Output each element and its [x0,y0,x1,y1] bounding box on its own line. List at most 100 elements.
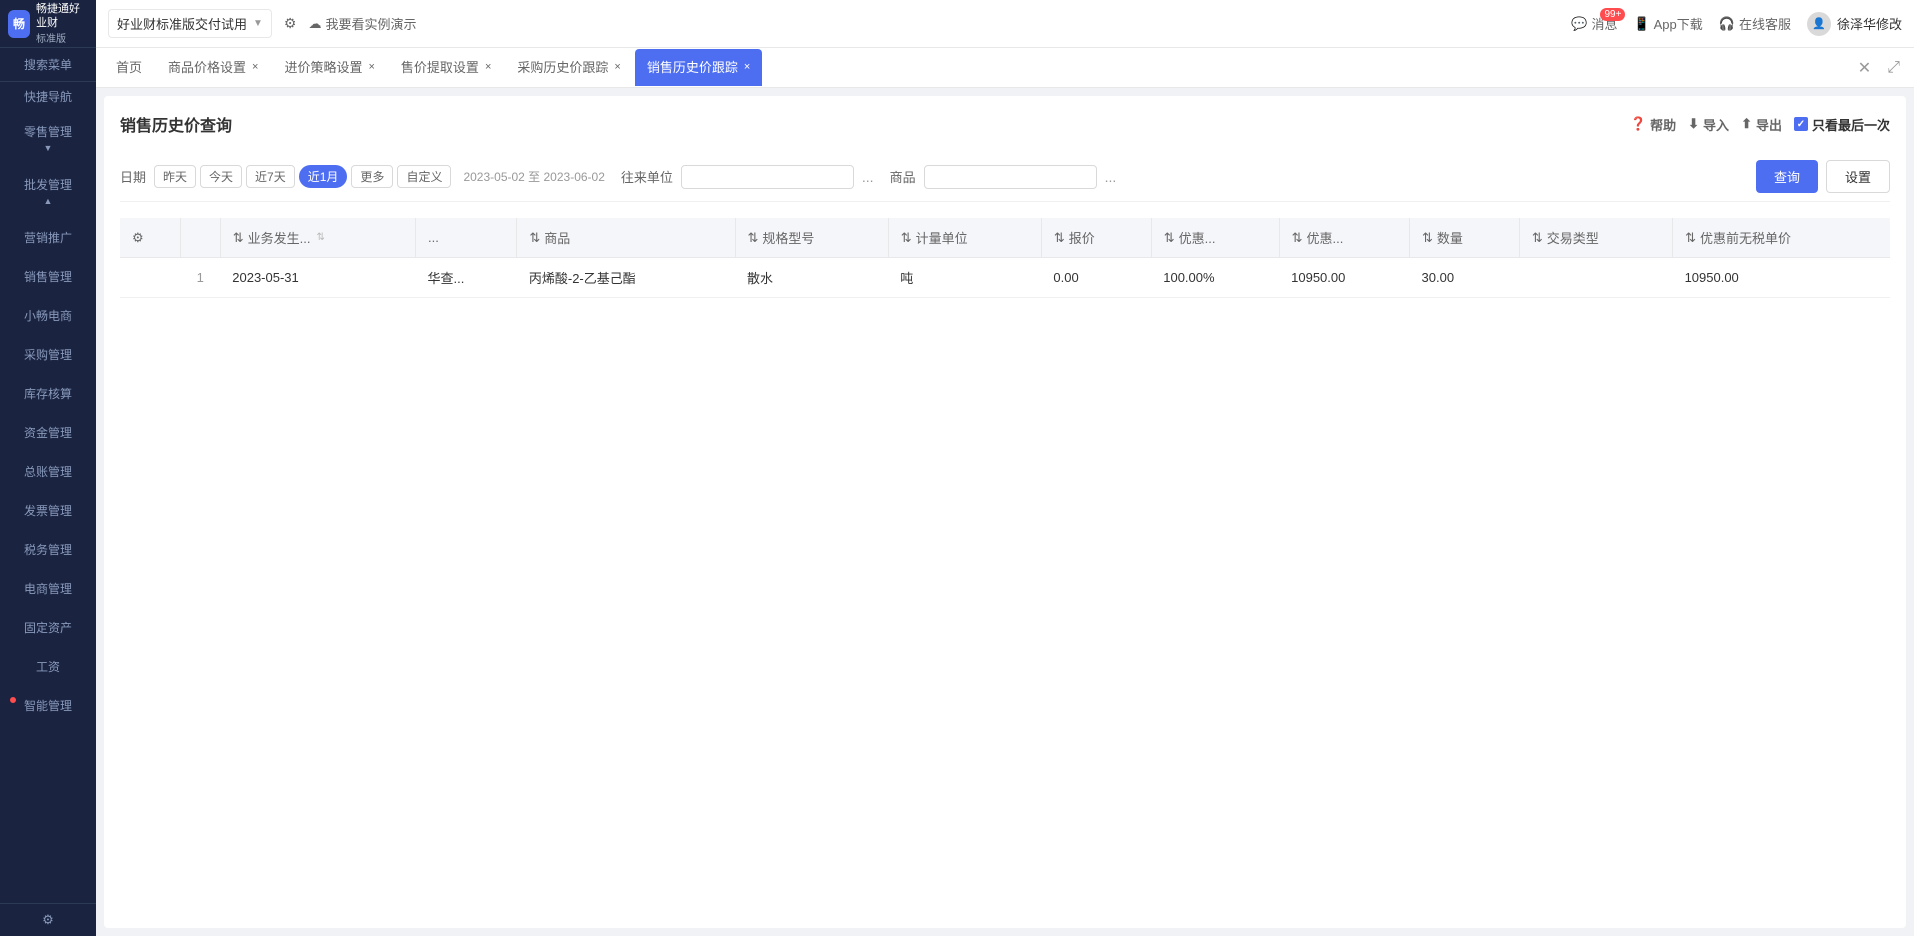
export-icon: ⬆ [1741,116,1752,132]
date-range-display: 2023-05-02 至 2023-06-02 [463,168,604,185]
th-spec[interactable]: ⇅ 规格型号 [735,218,888,258]
sidebar-item-tax[interactable]: 税务管理 [0,529,96,568]
sidebar-item-fixed-assets[interactable]: 固定资产 [0,607,96,646]
th-product[interactable]: ⇅ 商品 [517,218,735,258]
th-date[interactable]: ⇅ 业务发生... ⇅ [220,218,415,258]
import-btn[interactable]: ⬇ 导入 [1688,115,1729,134]
tab-sales-history[interactable]: 销售历史价跟踪 × [635,49,762,86]
sort-unit-icon: ⇅ [901,230,912,246]
sidebar-item-finance[interactable]: 资金管理 [0,412,96,451]
sidebar-search[interactable]: 搜索菜单 [0,48,96,82]
th-quantity[interactable]: ⇅ 数量 [1410,218,1520,258]
headset-icon: 🎧 [1719,16,1735,32]
tab-sale-price-close[interactable]: × [485,61,491,73]
sidebar-item-sales[interactable]: 销售管理 [0,256,96,295]
sidebar-item-smart[interactable]: 智能管理 [0,685,96,724]
tab-pricing-strategy-label: 进价策略设置 [284,57,362,76]
col-date-sort[interactable]: ⇅ [317,232,325,243]
tab-sales-history-close[interactable]: × [744,61,750,73]
data-table: ⚙ ⇅ 业务发生... ⇅ ... [120,218,1890,298]
sidebar-item-payroll[interactable]: 工资 [0,646,96,685]
cell-quantity: 30.00 [1410,258,1520,298]
sidebar-item-marketing[interactable]: 营销推广 [0,217,96,256]
product-selector[interactable]: 好业财标准版交付试用 ▼ [108,9,272,38]
sidebar-item-ledger[interactable]: 总账管理 [0,451,96,490]
gear-icon[interactable]: ⚙ [132,230,144,245]
cell-discount2: 10950.00 [1279,258,1409,298]
demo-icon: ☁ [308,16,321,32]
th-more-cols[interactable]: ... [415,218,516,258]
tab-price-settings[interactable]: 商品价格设置 × [156,49,270,86]
message-btn[interactable]: 💬 消息 99+ [1571,14,1617,33]
date-btn-last1m[interactable]: 近1月 [299,165,348,188]
sidebar-quick-nav[interactable]: 快捷导航 [0,82,96,111]
product-dots[interactable]: ... [1105,169,1117,185]
close-tab-btn[interactable]: ✕ [1852,56,1877,80]
tab-pricing-strategy-close[interactable]: × [368,61,374,73]
cell-product: 丙烯酸-2-乙基己酯 [517,258,735,298]
date-btn-custom[interactable]: 自定义 [397,165,451,188]
search-btn[interactable]: 查询 [1756,160,1818,193]
page-title-actions: ❓ 帮助 ⬇ 导入 ⬆ 导出 ✓ 只看最后一次 [1630,115,1890,134]
th-unit[interactable]: ⇅ 计量单位 [888,218,1041,258]
sort-asc-icon: ⇅ [233,230,244,246]
tab-home[interactable]: 首页 [104,49,154,86]
tab-sale-price[interactable]: 售价提取设置 × [389,49,503,86]
topbar: 好业财标准版交付试用 ▼ ⚙ ☁ 我要看实例演示 💬 消息 99+ 📱 App下… [96,0,1914,48]
tab-price-settings-label: 商品价格设置 [168,57,246,76]
sidebar-item-ecommerce-small[interactable]: 小畅电商 [0,295,96,334]
user-info[interactable]: 👤 徐泽华修改 [1807,12,1902,36]
export-btn[interactable]: ⬆ 导出 [1741,115,1782,134]
only-last-checkbox[interactable]: ✓ 只看最后一次 [1794,115,1890,134]
date-btn-more[interactable]: 更多 [351,165,393,188]
sidebar-item-wholesale[interactable]: 批发管理 ▲ [0,164,96,217]
settings-btn[interactable]: 设置 [1826,160,1890,193]
table-container: ⚙ ⇅ 业务发生... ⇅ ... [120,218,1890,298]
content-area: 销售历史价查询 ❓ 帮助 ⬇ 导入 ⬆ 导出 ✓ 只看最后一次 [104,96,1906,928]
filter-actions: 查询 设置 [1756,160,1890,193]
topbar-settings-icon[interactable]: ⚙ [284,15,297,32]
cell-unit: 吨 [888,258,1041,298]
cell-index: 1 [180,258,220,298]
table-row[interactable]: 1 2023-05-31 华查... 丙烯酸-2-乙基己酯 散水 吨 0.00 … [120,258,1890,298]
th-discount2[interactable]: ⇅ 优惠... [1279,218,1409,258]
th-pretax-price[interactable]: ⇅ 优惠前无税单价 [1673,218,1890,258]
tab-purchase-history[interactable]: 采购历史价跟踪 × [505,49,632,86]
tab-purchase-history-close[interactable]: × [614,61,620,73]
th-price[interactable]: ⇅ 报价 [1041,218,1151,258]
sidebar-logo: 畅 畅捷通好业财 标准版 [0,0,96,48]
expand-tab-btn[interactable]: ⤢ [1881,57,1906,79]
username: 徐泽华修改 [1837,14,1902,33]
table-header-row: ⚙ ⇅ 业务发生... ⇅ ... [120,218,1890,258]
help-btn[interactable]: ❓ 帮助 [1630,115,1676,134]
help-icon: ❓ [1630,116,1646,132]
sidebar-settings-btn[interactable]: ⚙ [0,903,96,936]
date-label: 日期 [120,167,146,186]
date-btn-yesterday[interactable]: 昨天 [154,165,196,188]
sidebar-item-retail[interactable]: 零售管理 ▼ [0,111,96,164]
sidebar-item-purchase[interactable]: 采购管理 [0,334,96,373]
th-discount1[interactable]: ⇅ 优惠... [1151,218,1279,258]
sidebar-item-ecommerce[interactable]: 电商管理 [0,568,96,607]
customer-dots[interactable]: ... [862,169,874,185]
date-btn-today[interactable]: 今天 [200,165,242,188]
tab-side-actions: ✕ ⤢ [1852,56,1906,80]
sidebar-item-invoice[interactable]: 发票管理 [0,490,96,529]
product-input[interactable] [924,165,1097,189]
tabbar: 首页 商品价格设置 × 进价策略设置 × 售价提取设置 × 采购历史价跟踪 × … [96,48,1914,88]
sort-trans-type-icon: ⇅ [1532,230,1543,246]
tab-sale-price-label: 售价提取设置 [401,57,479,76]
topbar-demo-btn[interactable]: ☁ 我要看实例演示 [308,14,416,33]
date-btn-last7[interactable]: 近7天 [246,165,295,188]
th-settings[interactable]: ⚙ [120,218,180,258]
customer-service-btn[interactable]: 🎧 在线客服 [1719,14,1791,33]
tab-price-settings-close[interactable]: × [252,61,258,73]
topbar-right: 💬 消息 99+ 📱 App下载 🎧 在线客服 👤 徐泽华修改 [1571,12,1902,36]
sort-product-icon: ⇅ [529,230,540,246]
th-trans-type[interactable]: ⇅ 交易类型 [1519,218,1672,258]
table-header: ⚙ ⇅ 业务发生... ⇅ ... [120,218,1890,258]
tab-pricing-strategy[interactable]: 进价策略设置 × [272,49,386,86]
app-download-btn[interactable]: 📱 App下载 [1633,14,1702,33]
sidebar-item-inventory[interactable]: 库存核算 [0,373,96,412]
customer-input[interactable] [681,165,854,189]
